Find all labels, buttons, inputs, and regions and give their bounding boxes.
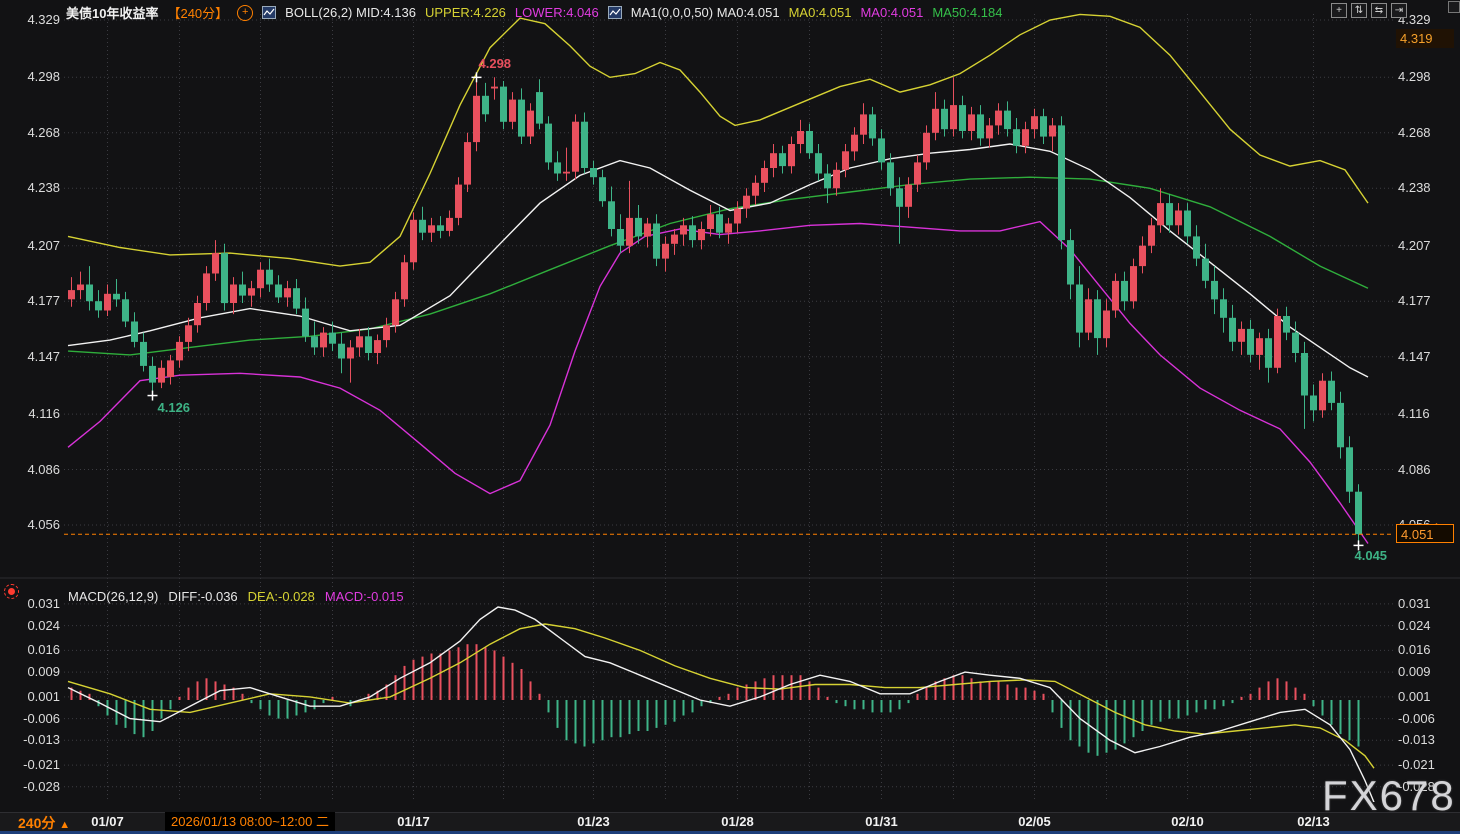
period-indicator[interactable]: 240分 ▲ — [18, 813, 70, 833]
date-tick-label: 01/31 — [865, 814, 898, 829]
price-chart-canvas[interactable] — [0, 0, 1460, 812]
macd-diff-label: DIFF:-0.036 — [168, 589, 238, 604]
ma0-yellow-label: MA0:4.051 — [788, 5, 852, 20]
price-annotation: 4.126 — [157, 399, 191, 415]
chart-window: 美债10年收益率 【240分】 + BOLL(26,2) MID:4.136 U… — [0, 0, 1460, 834]
current-price-label: 4.051 — [1396, 524, 1454, 544]
axis-zoom-button[interactable]: ⇅ — [1351, 3, 1367, 18]
boll-label[interactable]: BOLL(26,2) MID:4.136 — [285, 5, 416, 20]
axis-swap-button[interactable]: ⇆ — [1371, 3, 1387, 18]
date-tick-label: 01/07 — [91, 814, 124, 829]
indicator-chart-icon — [262, 6, 277, 19]
macd-header: MACD(26,12,9) DIFF:-0.036 DEA:-0.028 MAC… — [68, 589, 404, 604]
date-tick-label: 01/17 — [397, 814, 430, 829]
period-tag[interactable]: 【240分】 — [167, 3, 228, 22]
date-tick-label: 02/05 — [1018, 814, 1051, 829]
date-tick-label: 01/23 — [577, 814, 610, 829]
ma50-label: MA50:4.184 — [932, 5, 1003, 20]
ma-group-label[interactable]: MA1(0,0,0,50) MA0:4.051 — [631, 5, 780, 20]
chart-header: 美债10年收益率 【240分】 + BOLL(26,2) MID:4.136 U… — [66, 3, 1002, 22]
reference-price-label: 4.319 — [1396, 28, 1454, 48]
record-dot-icon[interactable] — [4, 584, 19, 599]
panel-corner-icon[interactable] — [1448, 1, 1460, 13]
pan-tool-button[interactable]: + — [1331, 3, 1347, 18]
macd-dea-label: DEA:-0.028 — [247, 589, 315, 604]
macd-params-label[interactable]: MACD(26,12,9) — [68, 589, 158, 604]
period-arrow-icon: ▲ — [59, 819, 71, 831]
add-indicator-icon[interactable]: + — [237, 4, 254, 21]
date-tick-label: 02/10 — [1171, 814, 1204, 829]
date-tick-label: 02/13 — [1297, 814, 1330, 829]
price-annotation: 4.298 — [478, 56, 512, 72]
macd-value-label: MACD:-0.015 — [324, 589, 404, 604]
chart-toolbar: + ⇅ ⇆ ⇥ — [1331, 3, 1407, 18]
symbol-title: 美债10年收益率 — [66, 6, 159, 21]
selected-bar-datetime: 2026/01/13 08:00~12:00 二 — [165, 812, 335, 831]
price-annotation: 4.045 — [1354, 548, 1388, 564]
ma0-magenta-label: MA0:4.051 — [860, 5, 924, 20]
jump-to-latest-button[interactable]: ⇥ — [1391, 3, 1407, 18]
period-text: 240分 — [18, 815, 56, 831]
boll-lower-label: LOWER:4.046 — [514, 5, 599, 20]
date-tick-label: 01/28 — [721, 814, 754, 829]
indicator-chart-icon — [607, 6, 622, 19]
boll-upper-label: UPPER:4.226 — [424, 5, 506, 20]
